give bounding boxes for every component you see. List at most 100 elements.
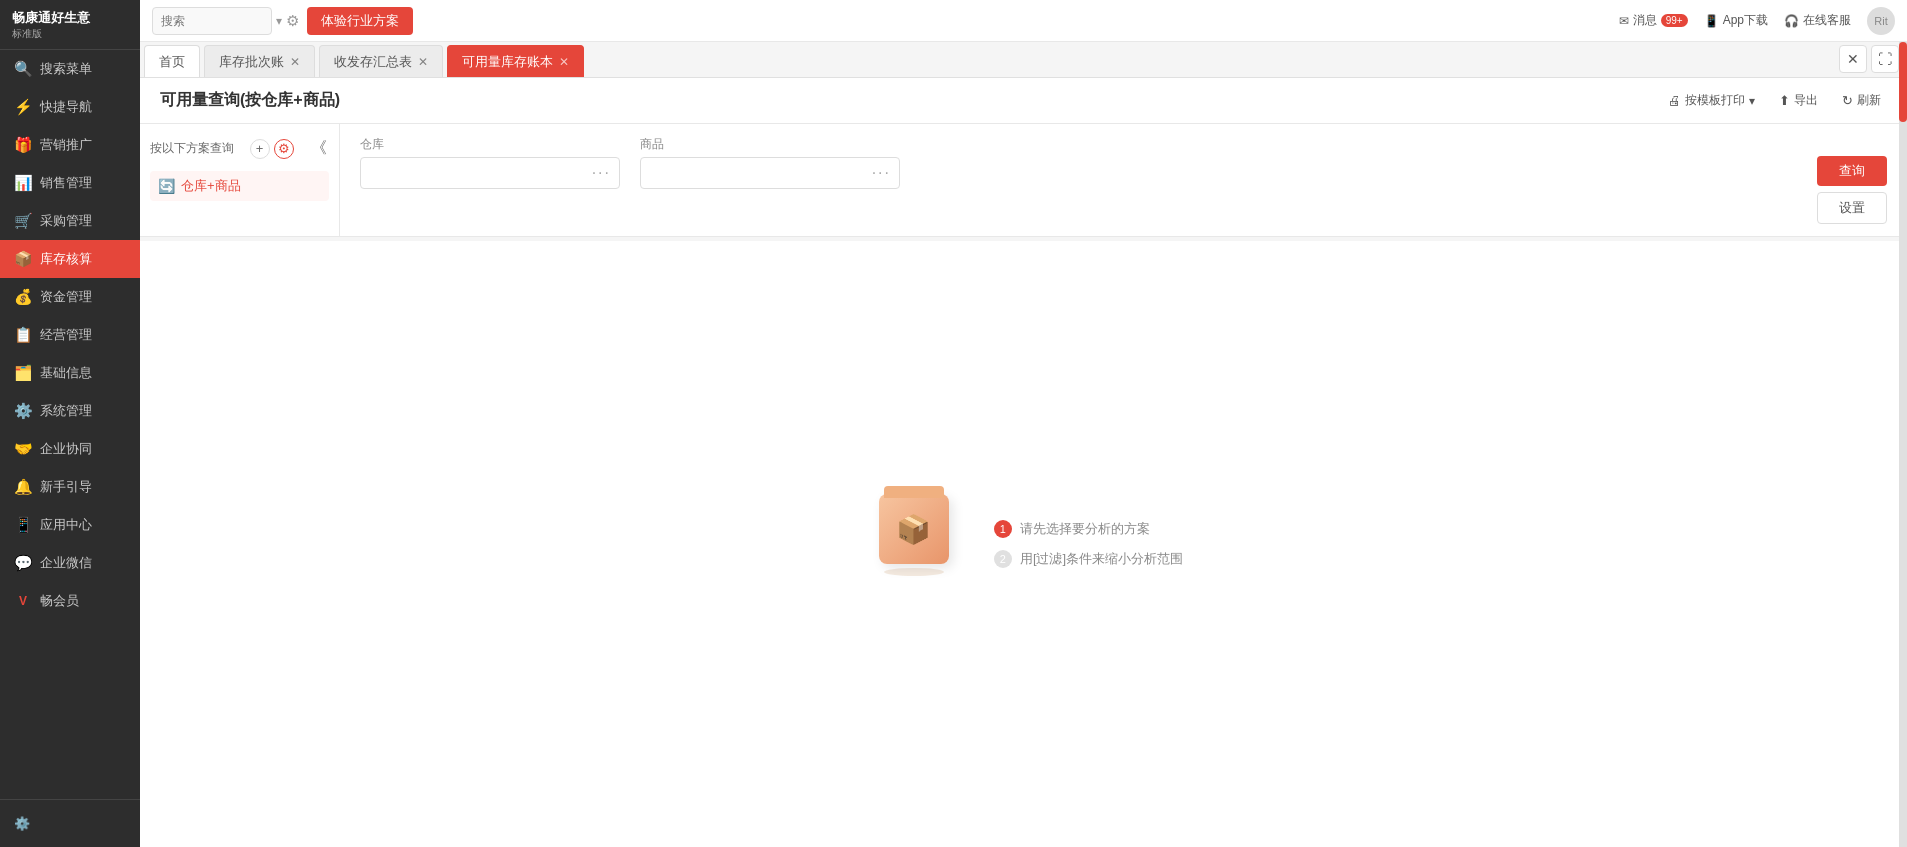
refresh-button[interactable]: ↻ 刷新	[1836, 88, 1887, 113]
sidebar-item-shortcut[interactable]: ⚡ 快捷导航	[0, 88, 140, 126]
collapse-panel-button[interactable]: 《	[309, 136, 329, 161]
box-face-icon: 📦	[896, 513, 931, 546]
scheme-item-warehouse-product[interactable]: 🔄 仓库+商品	[150, 171, 329, 201]
tab-home[interactable]: 首页	[144, 45, 200, 77]
message-badge: 99+	[1661, 14, 1688, 27]
sidebar-item-purchase[interactable]: 🛒 采购管理	[0, 202, 140, 240]
page-header: 可用量查询(按仓库+商品) 🖨 按模板打印 ▾ ⬆ 导出 ↻ 刷新	[140, 78, 1907, 124]
online-service-label: 在线客服	[1803, 12, 1851, 29]
lightning-icon: ⚡	[14, 98, 32, 116]
topbar-search-input[interactable]	[152, 7, 272, 35]
warehouse-input[interactable]: ···	[360, 157, 620, 189]
expand-button[interactable]: ⛶	[1871, 45, 1899, 73]
close-all-tabs-button[interactable]: ✕	[1839, 45, 1867, 73]
export-label: 导出	[1794, 92, 1818, 109]
chevron-down-icon[interactable]: ▾	[276, 14, 282, 28]
empty-hint-step1: 1 请先选择要分析的方案	[994, 520, 1183, 538]
sidebar-item-marketing[interactable]: 🎁 营销推广	[0, 126, 140, 164]
sidebar-item-label: 系统管理	[40, 402, 92, 420]
messages-label: 消息	[1633, 12, 1657, 29]
printer-icon: 🖨	[1668, 93, 1681, 108]
sidebar-item-enterprise-wechat[interactable]: 💬 企业微信	[0, 544, 140, 582]
sidebar-item-label: 新手引导	[40, 478, 92, 496]
sidebar-item-label: 销售管理	[40, 174, 92, 192]
tab-receipt-summary[interactable]: 收发存汇总表 ✕	[319, 45, 443, 77]
app-download-label: App下载	[1723, 12, 1768, 29]
online-service-button[interactable]: 🎧 在线客服	[1784, 12, 1851, 29]
messages-button[interactable]: ✉ 消息 99+	[1619, 12, 1688, 29]
empty-state: 📦 1 请先选择要分析的方案 2 用[过滤]条件来缩小分析范围	[140, 241, 1907, 847]
export-icon: ⬆	[1779, 93, 1790, 108]
sidebar-item-operations[interactable]: 📋 经营管理	[0, 316, 140, 354]
vip-icon: V	[14, 594, 32, 608]
sidebar-item-inventory[interactable]: 📦 库存核算	[0, 240, 140, 278]
gear-icon: ⚙️	[14, 402, 32, 420]
query-filter-area: 仓库 ··· 商品 ··· 查询 设置	[340, 124, 1907, 236]
sidebar-brand: 畅康通好生意	[12, 10, 128, 27]
user-avatar[interactable]: Rit	[1867, 7, 1895, 35]
tab-batch-ledger[interactable]: 库存批次账 ✕	[204, 45, 315, 77]
query-area: 按以下方案查询 + ⚙ 《 🔄 仓库+商品 仓库	[140, 124, 1907, 237]
gift-icon: 🎁	[14, 136, 32, 154]
sidebar-item-label: 企业微信	[40, 554, 92, 572]
export-button[interactable]: ⬆ 导出	[1773, 88, 1824, 113]
scrollbar-thumb[interactable]	[1899, 42, 1907, 122]
query-action-buttons: 查询 设置	[1817, 136, 1887, 224]
sidebar-item-label: 应用中心	[40, 516, 92, 534]
product-input[interactable]: ···	[640, 157, 900, 189]
tab-available-ledger-label: 可用量库存账本	[462, 53, 553, 71]
box-icon: 📦	[14, 250, 32, 268]
user-name-label: Rit	[1874, 15, 1887, 27]
empty-hint-step2: 2 用[过滤]条件来缩小分析范围	[994, 550, 1183, 568]
sidebar-item-finance[interactable]: 💰 资金管理	[0, 278, 140, 316]
sidebar-item-enterprise[interactable]: 🤝 企业协同	[0, 430, 140, 468]
step1-text: 请先选择要分析的方案	[1020, 520, 1150, 538]
mobile-icon: 📱	[14, 516, 32, 534]
app-download-button[interactable]: 📱 App下载	[1704, 12, 1768, 29]
sidebar-item-new-guide[interactable]: 🔔 新手引导	[0, 468, 140, 506]
expand-icon: ⛶	[1878, 51, 1892, 67]
topbar-search-area: ▾ ⚙	[152, 7, 299, 35]
sidebar-item-basic-info[interactable]: 🗂️ 基础信息	[0, 354, 140, 392]
sidebar-item-label: 搜索菜单	[40, 60, 92, 78]
warehouse-more-icon[interactable]: ···	[592, 164, 611, 182]
tab-receipt-summary-close[interactable]: ✕	[418, 55, 428, 69]
sidebar-item-label: 经营管理	[40, 326, 92, 344]
sidebar-item-app-center[interactable]: 📱 应用中心	[0, 506, 140, 544]
tab-batch-ledger-close[interactable]: ✕	[290, 55, 300, 69]
warehouse-label: 仓库	[360, 136, 620, 153]
empty-shadow	[884, 568, 944, 576]
empty-illustration: 📦	[864, 494, 964, 594]
sidebar-item-sales[interactable]: 📊 销售管理	[0, 164, 140, 202]
add-scheme-button[interactable]: +	[250, 139, 270, 159]
tab-available-ledger[interactable]: 可用量库存账本 ✕	[447, 45, 584, 77]
topbar-gear-icon[interactable]: ⚙	[286, 12, 299, 30]
empty-content: 📦 1 请先选择要分析的方案 2 用[过滤]条件来缩小分析范围	[864, 494, 1183, 594]
scheme-settings-button[interactable]: ⚙	[274, 139, 294, 159]
step1-number: 1	[994, 520, 1012, 538]
right-scrollbar[interactable]	[1899, 42, 1907, 847]
sidebar-bottom: ⚙️	[0, 799, 140, 847]
sidebar-item-search[interactable]: 🔍 搜索菜单	[0, 50, 140, 88]
sidebar: 畅康通好生意 标准版 🔍 搜索菜单 ⚡ 快捷导航 🎁 营销推广 📊 销售管理 🛒…	[0, 0, 140, 847]
query-settings-button[interactable]: 设置	[1817, 192, 1887, 224]
print-button[interactable]: 🖨 按模板打印 ▾	[1662, 88, 1761, 113]
sidebar-bottom-settings[interactable]: ⚙️	[0, 808, 140, 839]
sidebar-item-label: 采购管理	[40, 212, 92, 230]
sidebar-item-vip[interactable]: V 畅会员	[0, 582, 140, 620]
trial-industry-button[interactable]: 体验行业方案	[307, 7, 413, 35]
chat-icon: 💬	[14, 554, 32, 572]
print-label: 按模板打印	[1685, 92, 1745, 109]
money-icon: 💰	[14, 288, 32, 306]
sidebar-item-label: 基础信息	[40, 364, 92, 382]
product-field: 商品 ···	[640, 136, 900, 189]
refresh-label: 刷新	[1857, 92, 1881, 109]
sidebar-item-system[interactable]: ⚙️ 系统管理	[0, 392, 140, 430]
sidebar-scroll: 🔍 搜索菜单 ⚡ 快捷导航 🎁 营销推广 📊 销售管理 🛒 采购管理 📦 库存核…	[0, 50, 140, 799]
product-more-icon[interactable]: ···	[872, 164, 891, 182]
tabbar: 首页 库存批次账 ✕ 收发存汇总表 ✕ 可用量库存账本 ✕ ✕ ⛶	[140, 42, 1907, 78]
tab-available-ledger-close[interactable]: ✕	[559, 55, 569, 69]
page-content: 可用量查询(按仓库+商品) 🖨 按模板打印 ▾ ⬆ 导出 ↻ 刷新	[140, 78, 1907, 847]
tab-batch-ledger-label: 库存批次账	[219, 53, 284, 71]
search-button[interactable]: 查询	[1817, 156, 1887, 186]
